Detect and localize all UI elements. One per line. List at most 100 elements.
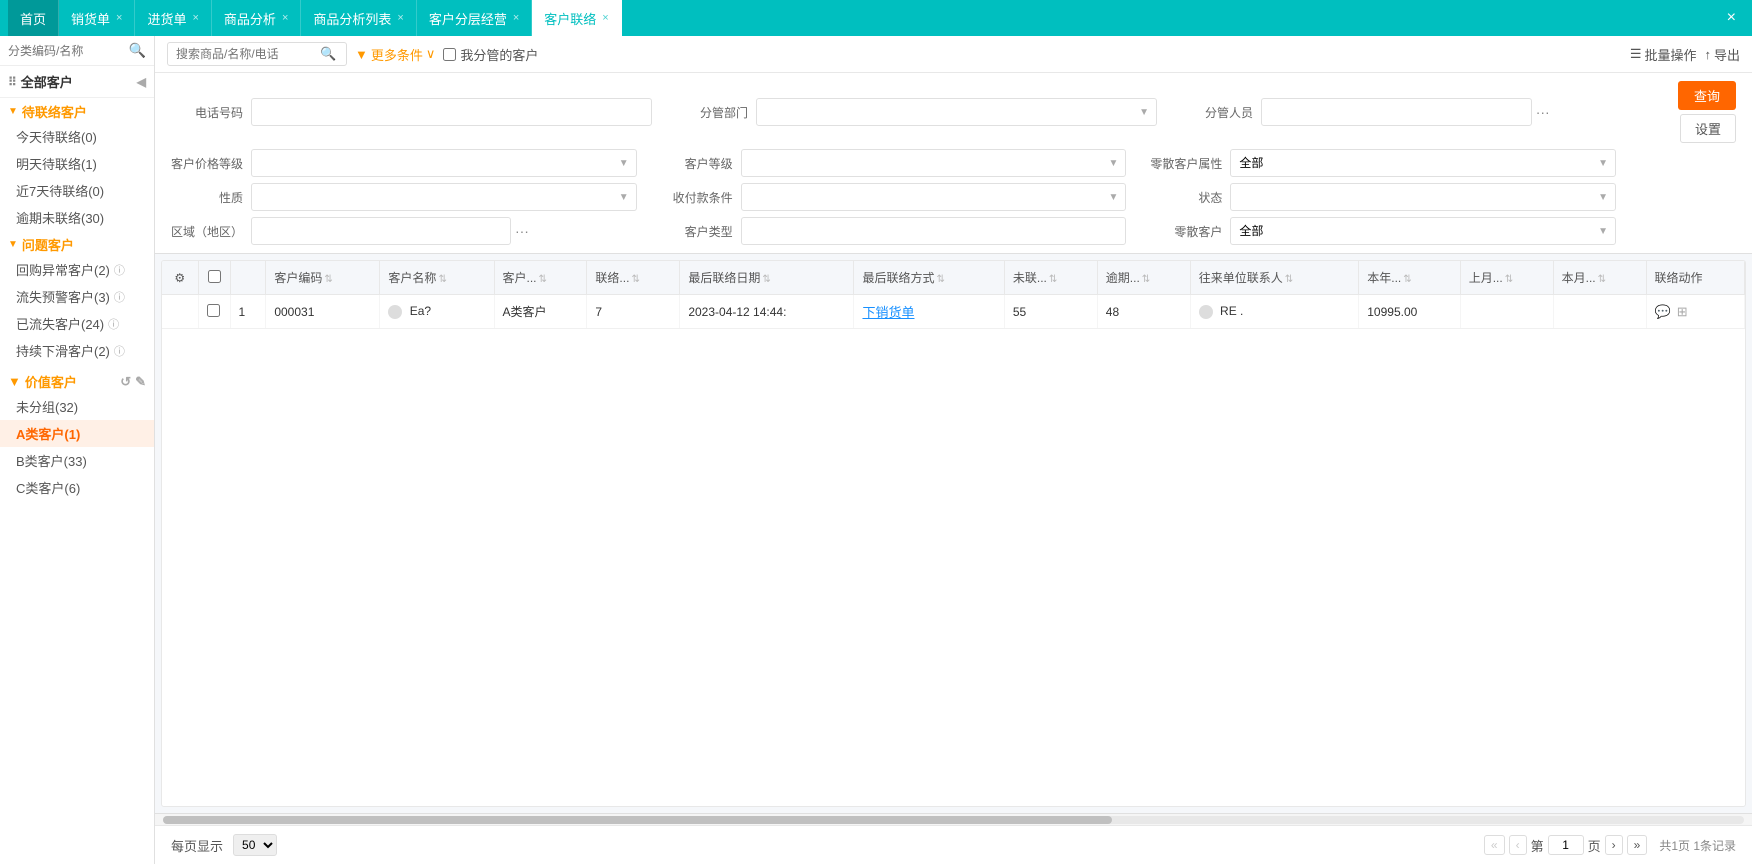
region-dots[interactable]: ··· <box>511 223 533 239</box>
nav-tab-goods-list[interactable]: 商品分析列表 × <box>301 0 416 36</box>
close-all-button[interactable]: × <box>1719 9 1744 27</box>
manager-dots[interactable]: ··· <box>1532 104 1554 120</box>
sidebar-search-input[interactable] <box>8 44 129 58</box>
nav-tab-goods-analysis[interactable]: 商品分析 × <box>212 0 301 36</box>
sidebar-item-class-c[interactable]: C类客户(6) <box>0 474 154 501</box>
grid-action-icon[interactable]: ⊞ <box>1677 304 1688 320</box>
nav-tab-home[interactable]: 首页 <box>8 0 59 36</box>
phone-input[interactable] <box>251 98 652 126</box>
th-check[interactable] <box>198 261 230 295</box>
th-contact[interactable]: 联络...⇅ <box>587 261 680 295</box>
price-level-select[interactable] <box>251 149 637 177</box>
first-page-button[interactable]: « <box>1484 835 1505 855</box>
export-button[interactable]: ↑ 导出 <box>1704 45 1740 64</box>
th-gear[interactable]: ⚙ <box>162 261 198 295</box>
problem-customer-group[interactable]: ▼ 问题客户 <box>0 231 154 256</box>
nav-tab-customer-tier-close[interactable]: × <box>513 12 519 24</box>
scrollbar-track[interactable] <box>163 816 1744 824</box>
nav-tab-goods-analysis-close[interactable]: × <box>282 12 288 24</box>
th-this-month[interactable]: 本月...⇅ <box>1553 261 1646 295</box>
th-name[interactable]: 客户名称⇅ <box>380 261 494 295</box>
nav-tab-customer-contact-close[interactable]: × <box>602 12 608 24</box>
pending-contact-group[interactable]: ▼ 待联络客户 <box>0 98 154 123</box>
th-code[interactable]: 客户编码⇅ <box>266 261 380 295</box>
per-page-select[interactable]: 50 <box>233 834 277 856</box>
sidebar-item-overdue[interactable]: 逾期未联络(30) <box>0 204 154 231</box>
last-page-button[interactable]: » <box>1627 835 1648 855</box>
sidebar-item-tomorrow[interactable]: 明天待联络(1) <box>0 150 154 177</box>
page-label: 第 <box>1531 836 1544 855</box>
edit-icon[interactable]: ✎ <box>135 374 146 390</box>
retail-customer-select[interactable]: 全部 <box>1230 217 1616 245</box>
nav-tab-customer-contact[interactable]: 客户联络 × <box>532 0 621 36</box>
sidebar-item-unclassified[interactable]: 未分组(32) <box>0 393 154 420</box>
nav-tab-purchase-close[interactable]: × <box>192 12 198 24</box>
td-last-method[interactable]: 下销货单 <box>854 295 1004 329</box>
scrollbar-thumb[interactable] <box>163 816 1112 824</box>
nav-tab-goods-list-close[interactable]: × <box>397 12 403 24</box>
horizontal-scrollbar[interactable] <box>155 813 1752 825</box>
manager-input[interactable] <box>1261 98 1532 126</box>
sort-overdue-icon: ⇅ <box>1142 274 1150 285</box>
row-checkbox[interactable] <box>207 304 220 317</box>
sidebar-item-today[interactable]: 今天待联络(0) <box>0 123 154 150</box>
th-overdue[interactable]: 逾期...⇅ <box>1097 261 1190 295</box>
customer-level-select[interactable] <box>741 149 1127 177</box>
td-code[interactable]: 000031 <box>266 295 380 329</box>
nav-tab-sales-close[interactable]: × <box>116 12 122 24</box>
status-select[interactable] <box>1230 183 1616 211</box>
nature-select[interactable] <box>251 183 637 211</box>
payment-select[interactable] <box>741 183 1127 211</box>
th-last-date[interactable]: 最后联络日期⇅ <box>680 261 854 295</box>
value-customer-group[interactable]: ▼ 价值客户 ↺ ✎ <box>0 368 154 393</box>
sidebar-item-churn-warning[interactable]: 流失预警客户(3) ⓘ <box>0 283 154 310</box>
sidebar-item-class-b[interactable]: B类客户(33) <box>0 447 154 474</box>
td-last-date: 2023-04-12 14:44: <box>680 295 854 329</box>
select-all-checkbox[interactable] <box>208 270 221 283</box>
th-unit-contact[interactable]: 往来单位联系人⇅ <box>1190 261 1359 295</box>
search-input[interactable] <box>176 47 316 61</box>
more-filter-button[interactable]: ▼ 更多条件 ∨ <box>355 45 435 64</box>
nav-tab-sales[interactable]: 销货单 × <box>59 0 135 36</box>
sidebar-item-class-a[interactable]: A类客户(1) <box>0 420 154 447</box>
nav-tab-customer-tier-label: 客户分层经营 <box>429 9 507 28</box>
customer-type-input[interactable] <box>741 217 1127 245</box>
page-input[interactable] <box>1548 835 1584 855</box>
th-no-contact[interactable]: 未联...⇅ <box>1004 261 1097 295</box>
payment-label: 收付款条件 <box>661 189 741 206</box>
pending-contact-label: 待联络客户 <box>22 102 87 121</box>
status-select-wrap: ▼ <box>1230 183 1616 211</box>
filter-label: 更多条件 <box>371 45 423 64</box>
sort-unit-contact-icon: ⇅ <box>1285 274 1293 285</box>
th-this-year[interactable]: 本年...⇅ <box>1359 261 1460 295</box>
sidebar-item-declining[interactable]: 持续下滑客户(2) ⓘ <box>0 337 154 364</box>
sort-no-contact-icon: ⇅ <box>1049 274 1057 285</box>
last-method-link[interactable]: 下销货单 <box>862 305 914 320</box>
prev-page-button[interactable]: ‹ <box>1509 835 1527 855</box>
nav-tab-customer-tier[interactable]: 客户分层经营 × <box>417 0 532 36</box>
refresh-icon[interactable]: ↺ <box>120 374 131 390</box>
nav-tab-purchase[interactable]: 进货单 × <box>135 0 211 36</box>
sidebar-search-icon[interactable]: 🔍 <box>129 42 146 59</box>
sidebar-item-lost[interactable]: 已流失客户(24) ⓘ <box>0 310 154 337</box>
collapse-icon[interactable]: ◀ <box>137 75 146 89</box>
sidebar-item-7days[interactable]: 近7天待联络(0) <box>0 177 154 204</box>
dept-select[interactable] <box>756 98 1157 126</box>
region-input[interactable] <box>251 217 511 245</box>
td-check[interactable] <box>198 295 230 329</box>
th-last-month[interactable]: 上月...⇅ <box>1460 261 1553 295</box>
batch-operation-button[interactable]: ☰ 批量操作 <box>1630 45 1697 64</box>
th-type[interactable]: 客户...⇅ <box>494 261 587 295</box>
query-button[interactable]: 查询 <box>1678 81 1736 110</box>
my-customer-check[interactable] <box>443 48 456 61</box>
chat-action-icon[interactable]: 💬 <box>1655 304 1671 320</box>
search-icon[interactable]: 🔍 <box>320 46 336 62</box>
sidebar-item-repurchase-abnormal[interactable]: 回购异常客户(2) ⓘ <box>0 256 154 283</box>
my-customer-checkbox[interactable]: 我分管的客户 <box>443 45 538 64</box>
all-customers-header[interactable]: ⠿ 全部客户 ◀ <box>0 66 154 98</box>
settings-button[interactable]: 设置 <box>1680 114 1736 143</box>
all-customers-label: 全部客户 <box>21 72 73 91</box>
retail-attr-select[interactable]: 全部 <box>1230 149 1616 177</box>
next-page-button[interactable]: › <box>1605 835 1623 855</box>
th-last-method[interactable]: 最后联络方式⇅ <box>854 261 1004 295</box>
